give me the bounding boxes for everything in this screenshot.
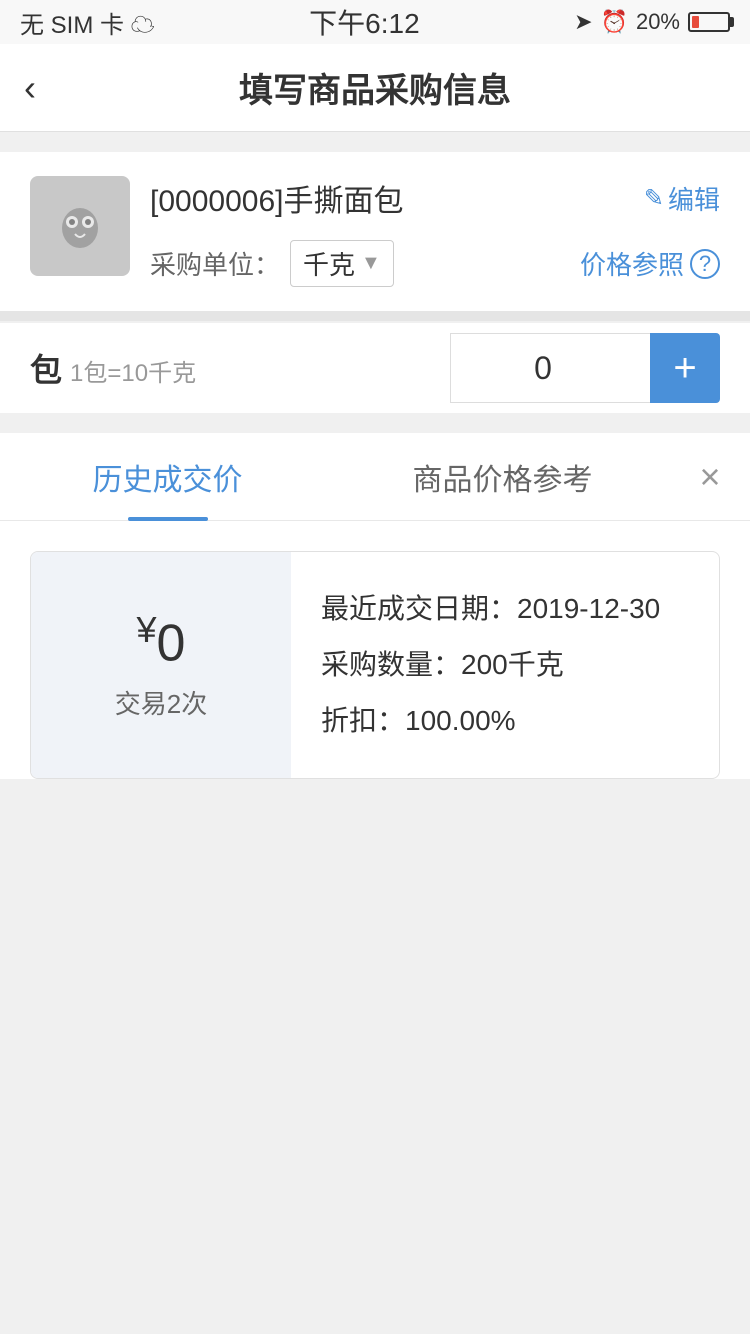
dropdown-arrow-icon: ▼ bbox=[361, 252, 381, 275]
tab-history-price[interactable]: 历史成交价 bbox=[0, 433, 335, 521]
battery-percent: 20% bbox=[636, 9, 680, 35]
price-number: 0 bbox=[157, 615, 186, 673]
product-thumbnail bbox=[30, 176, 130, 276]
unit-value: 千克 bbox=[303, 245, 355, 282]
product-logo-icon bbox=[50, 196, 110, 256]
deal-price-section: ¥0 交易2次 bbox=[31, 552, 291, 778]
deal-discount-value: 100.00% bbox=[405, 705, 516, 736]
currency-symbol: ¥ bbox=[137, 609, 157, 650]
product-unit-row: 采购单位： 千克 ▼ 价格参照 ? bbox=[150, 240, 720, 287]
nav-bar: ‹ 填写商品采购信息 bbox=[0, 44, 750, 132]
location-icon: ➤ bbox=[574, 9, 592, 35]
product-header: [0000006]手撕面包 ✎ 编辑 bbox=[150, 176, 720, 220]
product-card: [0000006]手撕面包 ✎ 编辑 采购单位： 千克 ▼ 价格参照 ? bbox=[0, 152, 750, 311]
price-reference-button[interactable]: 价格参照 ? bbox=[580, 245, 720, 282]
quantity-input[interactable] bbox=[450, 333, 650, 403]
deal-date-label: 最近成交日期： bbox=[321, 593, 517, 624]
deal-details-section: 最近成交日期：2019-12-30 采购数量：200千克 折扣：100.00% bbox=[291, 552, 719, 778]
deal-price-value: ¥0 bbox=[137, 609, 186, 673]
unit-selector[interactable]: 采购单位： 千克 ▼ bbox=[150, 240, 394, 287]
status-right: ➤ ⏰ 20% bbox=[574, 9, 730, 35]
question-icon: ? bbox=[690, 249, 720, 279]
quantity-label-box: 包 1包=10千克 bbox=[30, 345, 450, 391]
tab-price-reference[interactable]: 商品价格参考 bbox=[335, 433, 670, 521]
price-ref-label: 价格参照 bbox=[580, 245, 684, 282]
status-time: 下午6:12 bbox=[309, 2, 420, 42]
edit-icon: ✎ bbox=[644, 184, 664, 213]
deal-discount-label: 折扣： bbox=[321, 705, 405, 736]
tabs-row: 历史成交价 商品价格参考 × bbox=[0, 433, 750, 521]
back-button[interactable]: ‹ bbox=[24, 67, 36, 109]
sim-text: 无 SIM 卡 ☁ bbox=[20, 5, 155, 40]
tab-history-label: 历史成交价 bbox=[93, 455, 243, 499]
deal-date-row: 最近成交日期：2019-12-30 bbox=[321, 588, 689, 630]
edit-button[interactable]: ✎ 编辑 bbox=[644, 180, 720, 217]
alarm-icon: ⏰ bbox=[601, 9, 628, 35]
quantity-plus-button[interactable]: + bbox=[650, 333, 720, 403]
page-title: 填写商品采购信息 bbox=[239, 63, 511, 112]
deal-date-value: 2019-12-30 bbox=[517, 593, 660, 624]
status-left: 无 SIM 卡 ☁ bbox=[20, 5, 155, 40]
battery-indicator bbox=[688, 12, 730, 32]
quantity-section: 包 1包=10千克 + bbox=[0, 323, 750, 413]
bottom-panel: 历史成交价 商品价格参考 × ¥0 交易2次 最近成交日期：2019-12-30… bbox=[0, 433, 750, 779]
deal-discount-row: 折扣：100.00% bbox=[321, 700, 689, 742]
status-bar: 无 SIM 卡 ☁ 下午6:12 ➤ ⏰ 20% bbox=[0, 0, 750, 44]
deal-card: ¥0 交易2次 最近成交日期：2019-12-30 采购数量：200千克 折扣：… bbox=[30, 551, 720, 779]
quantity-unit-detail: 1包=10千克 bbox=[70, 353, 196, 388]
edit-label: 编辑 bbox=[668, 180, 720, 217]
deal-qty-row: 采购数量：200千克 bbox=[321, 644, 689, 686]
quantity-input-row: + bbox=[450, 333, 720, 403]
product-name: [0000006]手撕面包 bbox=[150, 176, 403, 220]
tab-price-ref-label: 商品价格参考 bbox=[413, 455, 593, 499]
deal-qty-value: 200千克 bbox=[461, 649, 564, 680]
deal-count: 交易2次 bbox=[115, 684, 207, 721]
divider bbox=[0, 311, 750, 321]
unit-label: 采购单位： bbox=[150, 245, 280, 282]
deal-qty-label: 采购数量： bbox=[321, 649, 461, 680]
quantity-unit: 包 bbox=[30, 345, 62, 391]
product-info: [0000006]手撕面包 ✎ 编辑 采购单位： 千克 ▼ 价格参照 ? bbox=[150, 176, 720, 287]
unit-select-box[interactable]: 千克 ▼ bbox=[290, 240, 394, 287]
tab-close-button[interactable]: × bbox=[670, 433, 750, 521]
